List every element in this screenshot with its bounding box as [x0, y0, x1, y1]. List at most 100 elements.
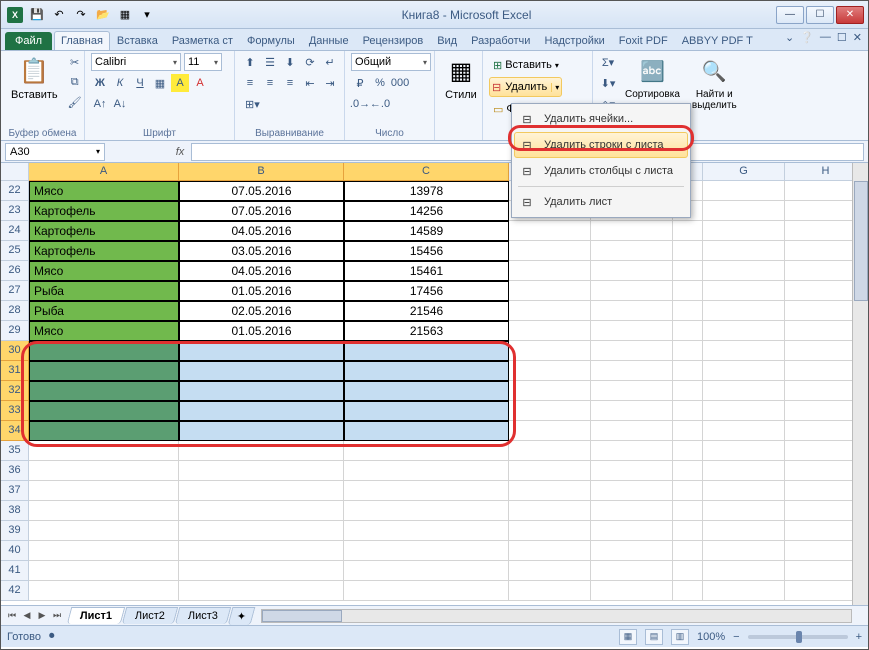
- cell[interactable]: 15456: [344, 241, 509, 261]
- cell[interactable]: [673, 481, 703, 501]
- tab-addins[interactable]: Надстройки: [537, 31, 611, 50]
- cell[interactable]: [673, 541, 703, 561]
- menu-delete-sheet[interactable]: ⊟ Удалить лист: [514, 189, 688, 215]
- tab-home[interactable]: Главная: [54, 31, 110, 50]
- row-header[interactable]: 24: [1, 221, 29, 241]
- cell[interactable]: [29, 401, 179, 421]
- copy-icon[interactable]: ⧉: [66, 73, 84, 91]
- cell[interactable]: 01.05.2016: [179, 281, 344, 301]
- cell[interactable]: 21563: [344, 321, 509, 341]
- cell[interactable]: [509, 481, 591, 501]
- cell[interactable]: [344, 501, 509, 521]
- cell[interactable]: [703, 321, 785, 341]
- cell[interactable]: [179, 401, 344, 421]
- cell[interactable]: [509, 321, 591, 341]
- cell[interactable]: [703, 421, 785, 441]
- cell[interactable]: [509, 561, 591, 581]
- font-color-icon[interactable]: A: [191, 74, 209, 92]
- cell[interactable]: [703, 261, 785, 281]
- grid-body[interactable]: 22Мясо07.05.20161397823Картофель07.05.20…: [1, 181, 868, 601]
- cell[interactable]: [591, 341, 673, 361]
- cell[interactable]: [344, 401, 509, 421]
- cell[interactable]: [703, 481, 785, 501]
- cell[interactable]: [703, 281, 785, 301]
- cell[interactable]: 07.05.2016: [179, 181, 344, 201]
- cell[interactable]: [179, 381, 344, 401]
- cell[interactable]: [703, 501, 785, 521]
- cell[interactable]: [179, 361, 344, 381]
- sheet-new-icon[interactable]: ✦: [228, 607, 256, 625]
- cell[interactable]: [591, 281, 673, 301]
- cell[interactable]: [591, 581, 673, 601]
- tab-developer[interactable]: Разработчи: [464, 31, 537, 50]
- cell[interactable]: [29, 481, 179, 501]
- cell[interactable]: [29, 441, 179, 461]
- horizontal-scrollbar[interactable]: [261, 609, 852, 623]
- cell[interactable]: [591, 481, 673, 501]
- cell[interactable]: [703, 381, 785, 401]
- cell[interactable]: 04.05.2016: [179, 221, 344, 241]
- cell[interactable]: 01.05.2016: [179, 321, 344, 341]
- cell[interactable]: [591, 261, 673, 281]
- workbook-min-icon[interactable]: —: [820, 31, 831, 44]
- cell[interactable]: [591, 501, 673, 521]
- percent-icon[interactable]: %: [371, 74, 389, 92]
- fill-icon[interactable]: ⬇▾: [599, 74, 617, 92]
- zoom-in-icon[interactable]: +: [856, 631, 862, 643]
- cell[interactable]: Рыба: [29, 301, 179, 321]
- indent-dec-icon[interactable]: ⇤: [301, 74, 319, 92]
- minimize-button[interactable]: —: [776, 6, 804, 24]
- view-page-layout-icon[interactable]: ▤: [645, 629, 663, 645]
- sheet-tab-1[interactable]: Лист1: [67, 607, 126, 624]
- file-tab[interactable]: Файл: [5, 32, 52, 50]
- border-icon[interactable]: ▦: [151, 74, 169, 92]
- sort-filter-button[interactable]: 🔤 Сортировка: [621, 53, 684, 102]
- align-left-icon[interactable]: ≡: [241, 74, 259, 92]
- align-bottom-icon[interactable]: ⬇: [281, 53, 299, 71]
- cell[interactable]: [344, 541, 509, 561]
- tab-page-layout[interactable]: Разметка ст: [165, 31, 240, 50]
- cell[interactable]: [673, 421, 703, 441]
- row-header[interactable]: 32: [1, 381, 29, 401]
- menu-delete-sheet-rows[interactable]: ⊟ Удалить строки с листа: [514, 132, 688, 158]
- cell[interactable]: [673, 581, 703, 601]
- row-header[interactable]: 27: [1, 281, 29, 301]
- row-header[interactable]: 39: [1, 521, 29, 541]
- cell[interactable]: [29, 341, 179, 361]
- cell[interactable]: [29, 461, 179, 481]
- maximize-button[interactable]: ☐: [806, 6, 834, 24]
- open-icon[interactable]: 📂: [93, 5, 113, 25]
- row-header[interactable]: 36: [1, 461, 29, 481]
- decrease-decimal-icon[interactable]: ←.0: [371, 95, 389, 113]
- shrink-font-icon[interactable]: A↓: [111, 95, 129, 113]
- cell[interactable]: [673, 261, 703, 281]
- cell[interactable]: 15461: [344, 261, 509, 281]
- cell[interactable]: [179, 501, 344, 521]
- sheet-tab-3[interactable]: Лист3: [175, 607, 232, 624]
- cell[interactable]: [673, 241, 703, 261]
- row-header[interactable]: 30: [1, 341, 29, 361]
- cell[interactable]: [591, 461, 673, 481]
- cell[interactable]: [179, 481, 344, 501]
- cell[interactable]: Картофель: [29, 221, 179, 241]
- cell[interactable]: [509, 501, 591, 521]
- cell[interactable]: 21546: [344, 301, 509, 321]
- excel-icon[interactable]: X: [5, 5, 25, 25]
- cell[interactable]: [344, 381, 509, 401]
- cell[interactable]: [703, 341, 785, 361]
- cell[interactable]: [703, 401, 785, 421]
- cell[interactable]: [179, 581, 344, 601]
- fill-color-icon[interactable]: A: [171, 74, 189, 92]
- cell[interactable]: [509, 341, 591, 361]
- name-box[interactable]: A30 ▾: [5, 143, 105, 161]
- cell[interactable]: [591, 321, 673, 341]
- tab-review[interactable]: Рецензиров: [356, 31, 431, 50]
- cell[interactable]: [344, 561, 509, 581]
- tab-data[interactable]: Данные: [302, 31, 356, 50]
- cell[interactable]: [509, 441, 591, 461]
- cell[interactable]: [703, 201, 785, 221]
- tab-view[interactable]: Вид: [430, 31, 464, 50]
- cell[interactable]: [673, 441, 703, 461]
- tab-abbyy[interactable]: ABBYY PDF T: [675, 31, 760, 50]
- cell[interactable]: 03.05.2016: [179, 241, 344, 261]
